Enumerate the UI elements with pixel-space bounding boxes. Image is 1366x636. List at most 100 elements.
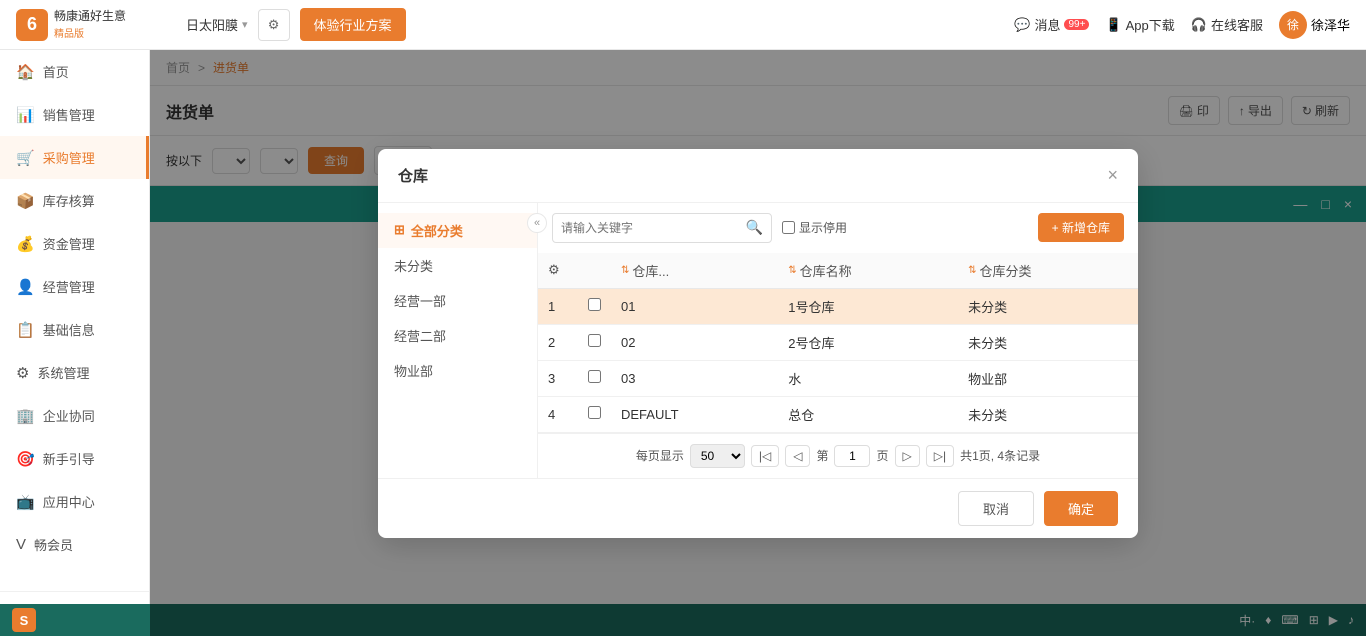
logo-icon: 6 <box>16 9 48 41</box>
row-checkbox[interactable] <box>588 334 601 347</box>
app-center-icon: 📺 <box>16 493 35 511</box>
user-avatar-area[interactable]: 徐 徐泽华 <box>1279 11 1350 39</box>
category-item-unclassified[interactable]: 未分类 <box>378 248 537 283</box>
sort-icon: ⇅ <box>788 265 796 276</box>
modal-close-button[interactable]: × <box>1107 165 1118 186</box>
finance-icon: 💰 <box>16 235 35 253</box>
gear-icon: ⚙ <box>268 17 280 33</box>
row-category: 未分类 <box>958 288 1138 324</box>
category-item-dept1[interactable]: 经营一部 <box>378 283 537 318</box>
table-toolbar: 🔍 显示停用 + 新增仓库 <box>538 203 1138 253</box>
store-selector[interactable]: 日太阳膜 ▾ <box>186 15 248 34</box>
row-checkbox[interactable] <box>588 298 601 311</box>
app-icon: 📱 <box>1105 17 1121 33</box>
sidebar-item-label: 资金管理 <box>43 234 95 253</box>
operations-icon: 👤 <box>16 278 35 296</box>
row-category: 未分类 <box>958 324 1138 360</box>
modal-header: 仓库 × <box>378 149 1138 203</box>
th-category[interactable]: ⇅ 仓库分类 <box>958 253 1138 289</box>
show-disabled-checkbox[interactable] <box>782 221 795 234</box>
first-page-button[interactable]: |◁ <box>751 445 779 467</box>
row-category: 未分类 <box>958 396 1138 432</box>
customer-service-button[interactable]: 🎧 在线客服 <box>1191 15 1263 34</box>
category-item-dept2[interactable]: 经营二部 <box>378 318 537 353</box>
modal-body: ⊞ 全部分类 未分类 经营一部 经营二部 物业部 « <box>378 203 1138 478</box>
collapse-icon: « <box>534 217 540 229</box>
message-button[interactable]: 💬 消息 99+ <box>1014 15 1089 34</box>
header-right: 💬 消息 99+ 📱 App下载 🎧 在线客服 徐 徐泽华 <box>1014 11 1350 39</box>
user-name: 徐泽华 <box>1311 15 1350 34</box>
settings-button[interactable]: ⚙ <box>258 9 290 41</box>
sidebar-item-label: 销售管理 <box>43 105 95 124</box>
main-content: 首页 > 进货单 进货单 🖨 印 ↑ 导出 ↻ 刷新 <box>150 50 1366 636</box>
sidebar-item-purchase[interactable]: 🛒 采购管理 <box>0 136 149 179</box>
th-name[interactable]: ⇅ 仓库名称 <box>778 253 958 289</box>
category-collapse-button[interactable]: « <box>527 213 547 233</box>
modal-footer: 取消 确定 <box>378 478 1138 538</box>
prev-page-button[interactable]: ◁ <box>785 445 810 467</box>
category-all-icon: ⊞ <box>394 222 405 238</box>
search-button[interactable]: 🔍 <box>738 219 771 236</box>
basic-info-icon: 📋 <box>16 321 35 339</box>
sidebar-item-inventory[interactable]: 📦 库存核算 <box>0 179 149 222</box>
page-label: 第 <box>816 447 828 464</box>
sidebar-item-member[interactable]: V 畅会员 <box>0 523 149 566</box>
member-icon: V <box>16 536 26 553</box>
row-name: 1号仓库 <box>778 288 958 324</box>
try-industry-button[interactable]: 体验行业方案 <box>300 8 406 41</box>
row-num: 4 <box>538 396 578 432</box>
search-box: 🔍 <box>552 213 772 243</box>
sidebar-item-label: 经营管理 <box>43 277 95 296</box>
table-header: ⚙ ⇅ 仓库... <box>538 253 1138 289</box>
table-panel: 🔍 显示停用 + 新增仓库 <box>538 203 1138 478</box>
row-name: 总仓 <box>778 396 958 432</box>
sidebar-item-guide[interactable]: 🎯 新手引导 <box>0 437 149 480</box>
search-input[interactable] <box>553 221 738 235</box>
th-code[interactable]: ⇅ 仓库... <box>611 253 778 289</box>
table-body: 1 01 1号仓库 未分类 2 02 <box>538 288 1138 432</box>
system-icon: ⚙ <box>16 364 29 382</box>
row-checkbox[interactable] <box>588 370 601 383</box>
warehouse-modal: 仓库 × ⊞ 全部分类 未分类 经营一部 经营二部 物业部 <box>378 149 1138 538</box>
sidebar-item-system[interactable]: ⚙ 系统管理 <box>0 351 149 394</box>
table-row[interactable]: 3 03 水 物业部 <box>538 360 1138 396</box>
th-checkbox <box>578 253 611 289</box>
sidebar-item-label: 库存核算 <box>43 191 95 210</box>
category-all-item[interactable]: ⊞ 全部分类 <box>378 213 537 248</box>
category-item-property[interactable]: 物业部 <box>378 353 537 388</box>
sidebar-item-label: 应用中心 <box>43 492 95 511</box>
add-warehouse-button[interactable]: + 新增仓库 <box>1038 213 1124 242</box>
row-num: 1 <box>538 288 578 324</box>
sales-icon: 📊 <box>16 106 35 124</box>
sidebar-item-sales[interactable]: 📊 销售管理 <box>0 93 149 136</box>
sidebar-item-label: 新手引导 <box>43 449 95 468</box>
show-disabled-label: 显示停用 <box>782 219 847 236</box>
sidebar-item-label: 系统管理 <box>37 363 89 382</box>
confirm-button[interactable]: 确定 <box>1044 491 1118 526</box>
sidebar-item-operations[interactable]: 👤 经营管理 <box>0 265 149 308</box>
per-page-select[interactable]: 50 10 20 100 <box>690 444 745 468</box>
app-label: App下载 <box>1126 15 1175 34</box>
table-row[interactable]: 4 DEFAULT 总仓 未分类 <box>538 396 1138 432</box>
message-icon: 💬 <box>1014 17 1030 33</box>
page-input[interactable] <box>834 445 870 467</box>
last-page-button[interactable]: ▷| <box>926 445 954 467</box>
row-num: 2 <box>538 324 578 360</box>
sidebar-item-basic-info[interactable]: 📋 基础信息 <box>0 308 149 351</box>
app-download-button[interactable]: 📱 App下载 <box>1105 15 1174 34</box>
sidebar-item-enterprise[interactable]: 🏢 企业协同 <box>0 394 149 437</box>
statusbar-logo-icon: S <box>12 608 36 632</box>
sort-icon: ⇅ <box>621 265 629 276</box>
sidebar-item-home[interactable]: 🏠 首页 <box>0 50 149 93</box>
row-code: 03 <box>611 360 778 396</box>
chevron-down-icon: ▾ <box>242 18 248 31</box>
next-page-button[interactable]: ▷ <box>895 445 920 467</box>
sidebar-item-app-center[interactable]: 📺 应用中心 <box>0 480 149 523</box>
table-row[interactable]: 1 01 1号仓库 未分类 <box>538 288 1138 324</box>
cancel-button[interactable]: 取消 <box>958 491 1034 526</box>
row-checkbox[interactable] <box>588 406 601 419</box>
table-row[interactable]: 2 02 2号仓库 未分类 <box>538 324 1138 360</box>
service-label: 在线客服 <box>1211 15 1263 34</box>
sort-icon: ⇅ <box>968 265 976 276</box>
sidebar-item-finance[interactable]: 💰 资金管理 <box>0 222 149 265</box>
